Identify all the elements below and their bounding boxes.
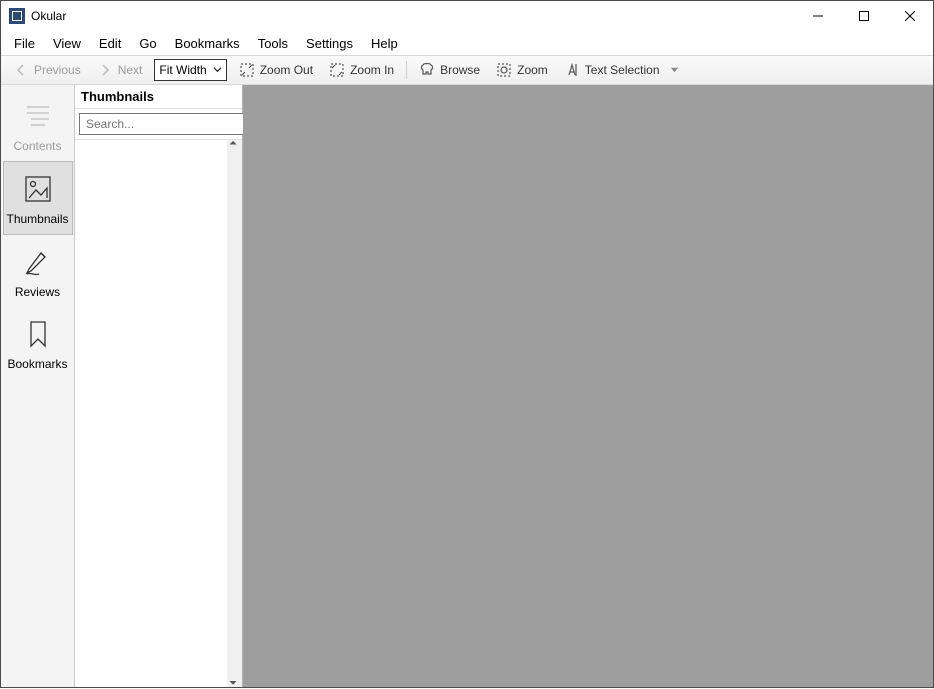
thumbnails-panel: Thumbnails xyxy=(75,85,243,687)
sidebar-tab-thumbnails[interactable]: Thumbnails xyxy=(3,161,73,235)
menubar: File View Edit Go Bookmarks Tools Settin… xyxy=(1,31,933,55)
zoom-in-button[interactable]: Zoom In xyxy=(321,60,402,80)
body: Contents Thumbnails Reviews Bookmarks xyxy=(1,85,933,687)
next-label: Next xyxy=(118,63,143,77)
menu-go[interactable]: Go xyxy=(130,33,165,54)
next-button[interactable]: Next xyxy=(89,60,151,80)
bookmarks-icon xyxy=(21,317,55,351)
thumbnails-search-input[interactable] xyxy=(79,113,248,135)
zoom-mode-value: Fit Width xyxy=(159,63,206,77)
document-viewer[interactable] xyxy=(243,85,933,687)
sidebar-tab-reviews-label: Reviews xyxy=(15,285,60,299)
thumbnails-panel-title: Thumbnails xyxy=(75,85,242,109)
contents-icon xyxy=(21,99,55,133)
text-selection-dropdown[interactable] xyxy=(670,61,679,79)
zoom-in-label: Zoom In xyxy=(350,63,394,77)
window-title: Okular xyxy=(31,9,66,23)
zoom-tool-label: Zoom xyxy=(517,63,548,77)
menu-settings[interactable]: Settings xyxy=(297,33,362,54)
toolbar: Previous Next Fit Width Zoom Out Zoom In… xyxy=(1,55,933,85)
text-selection-button[interactable]: Text Selection xyxy=(556,60,668,80)
sidebar-tab-contents-label: Contents xyxy=(13,139,61,153)
zoom-mode-select[interactable]: Fit Width xyxy=(154,59,226,81)
close-button[interactable] xyxy=(887,1,933,31)
zoom-out-label: Zoom Out xyxy=(260,63,313,77)
chevron-down-icon xyxy=(213,63,222,77)
zoom-tool-button[interactable]: Zoom xyxy=(488,60,556,80)
previous-label: Previous xyxy=(34,63,81,77)
zoom-out-button[interactable]: Zoom Out xyxy=(231,60,321,80)
maximize-button[interactable] xyxy=(841,1,887,31)
menu-tools[interactable]: Tools xyxy=(249,33,297,54)
menu-view[interactable]: View xyxy=(44,33,90,54)
side-tabs: Contents Thumbnails Reviews Bookmarks xyxy=(1,85,75,687)
menu-file[interactable]: File xyxy=(5,33,44,54)
menu-bookmarks[interactable]: Bookmarks xyxy=(166,33,249,54)
sidebar-tab-bookmarks[interactable]: Bookmarks xyxy=(3,307,73,379)
sidebar-tab-reviews[interactable]: Reviews xyxy=(3,235,73,307)
sidebar-tab-bookmarks-label: Bookmarks xyxy=(7,357,67,371)
text-selection-label: Text Selection xyxy=(585,63,660,77)
menu-edit[interactable]: Edit xyxy=(90,33,130,54)
sidebar-tab-thumbnails-label: Thumbnails xyxy=(6,212,68,226)
browse-label: Browse xyxy=(440,63,480,77)
minimize-button[interactable] xyxy=(795,1,841,31)
titlebar: Okular xyxy=(1,1,933,31)
thumbnails-icon xyxy=(21,172,55,206)
app-icon xyxy=(9,8,25,24)
thumbnails-scrollbar[interactable] xyxy=(227,140,242,687)
browse-button[interactable]: Browse xyxy=(411,60,488,80)
thumbnails-search-row xyxy=(75,109,242,140)
separator xyxy=(406,61,407,79)
previous-button[interactable]: Previous xyxy=(5,60,89,80)
thumbnails-list xyxy=(75,140,242,687)
menu-help[interactable]: Help xyxy=(362,33,407,54)
sidebar-tab-contents[interactable]: Contents xyxy=(3,89,73,161)
reviews-icon xyxy=(21,245,55,279)
